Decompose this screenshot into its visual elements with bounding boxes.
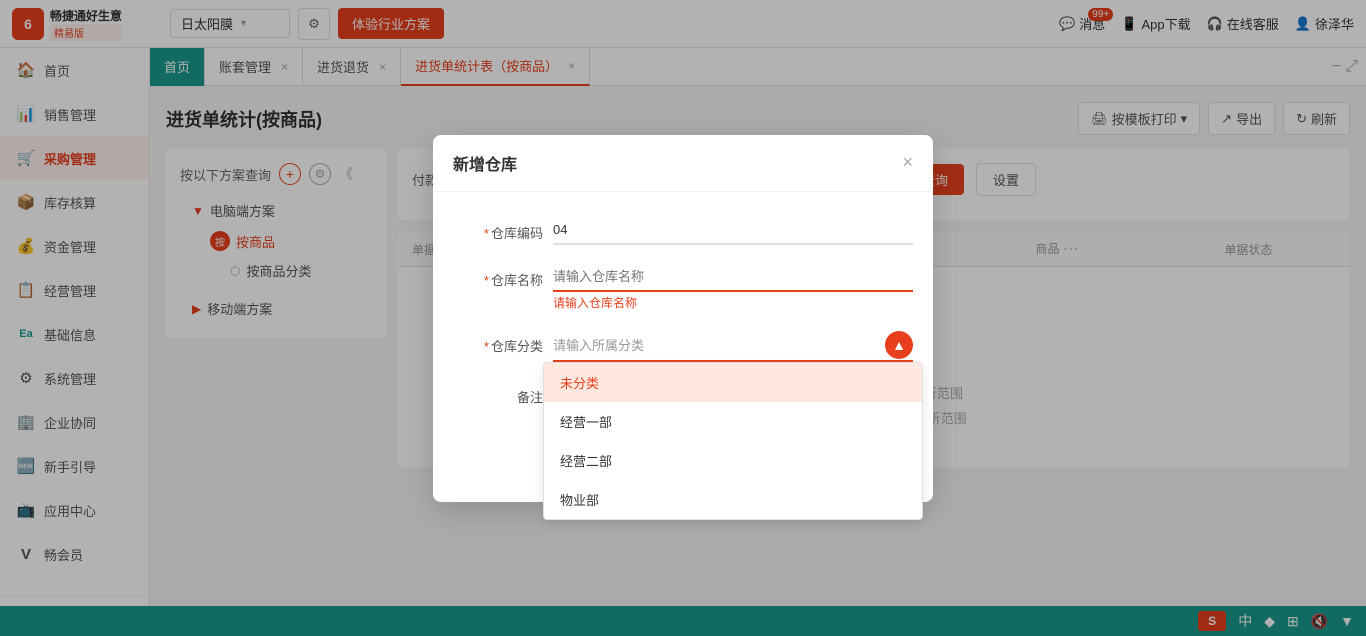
category-dropdown: 未分类 经营一部 经营二部 物业部 (543, 362, 923, 520)
modal-close-icon[interactable]: × (902, 152, 913, 173)
category-arrow-icon[interactable]: ▲ (885, 331, 913, 359)
modal-overlay: 新增仓库 × *仓库编码 *仓库名称 请输入仓库名称 (0, 0, 1366, 636)
code-input[interactable] (553, 216, 913, 245)
code-field-row: *仓库编码 (453, 216, 913, 245)
category-item-property[interactable]: 物业部 (544, 480, 922, 519)
category-item-dept1[interactable]: 经营一部 (544, 402, 922, 441)
category-item-uncategorized[interactable]: 未分类 (544, 363, 922, 402)
category-control: 请输入所属分类 ▲ 未分类 经营一部 经营二部 物业部 (553, 329, 913, 362)
name-error: 请输入仓库名称 (553, 294, 913, 311)
remark-label: 备注 (453, 380, 543, 406)
modal-title: 新增仓库 (453, 151, 517, 175)
category-field-row: *仓库分类 请输入所属分类 ▲ 未分类 经营一部 经营二部 物业部 (453, 329, 913, 362)
code-control (553, 216, 913, 245)
code-label: *仓库编码 (453, 216, 543, 242)
modal-body: *仓库编码 *仓库名称 请输入仓库名称 *仓库分类 (433, 192, 933, 435)
name-field-row: *仓库名称 请输入仓库名称 (453, 263, 913, 311)
name-label: *仓库名称 (453, 263, 543, 289)
category-item-dept2[interactable]: 经营二部 (544, 441, 922, 480)
modal-header: 新增仓库 × (433, 135, 933, 192)
category-select-button[interactable]: 请输入所属分类 (553, 329, 913, 362)
name-input[interactable] (553, 263, 913, 292)
name-control: 请输入仓库名称 (553, 263, 913, 311)
category-label: *仓库分类 (453, 329, 543, 355)
new-warehouse-modal: 新增仓库 × *仓库编码 *仓库名称 请输入仓库名称 (433, 135, 933, 502)
category-placeholder: 请输入所属分类 (553, 335, 644, 354)
